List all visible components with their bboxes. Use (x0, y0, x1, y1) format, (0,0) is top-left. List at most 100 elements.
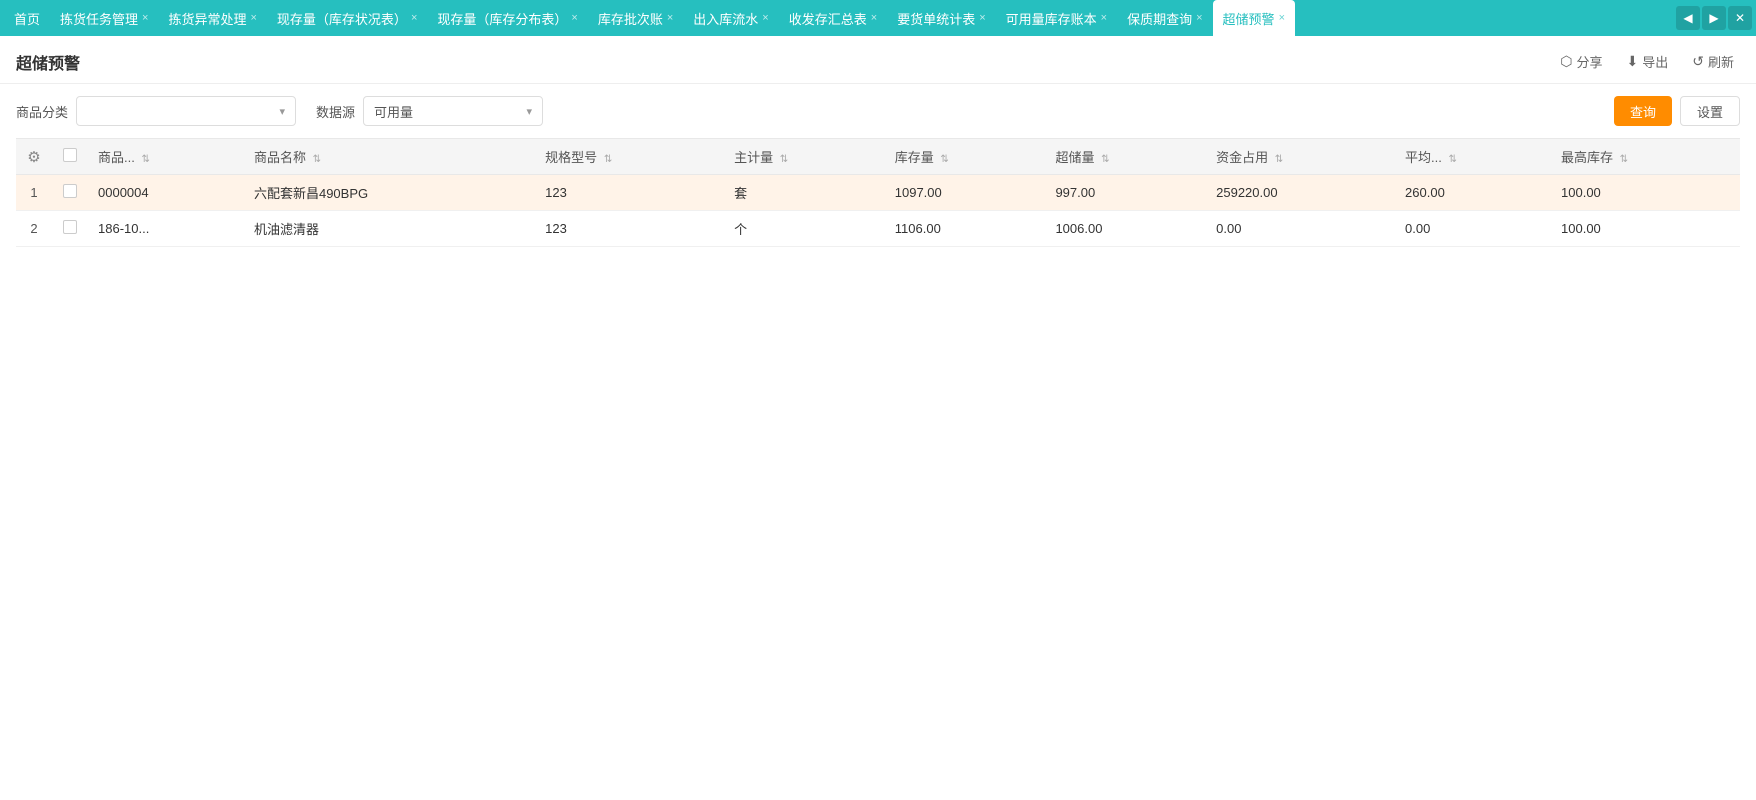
col-gear: ⚙ (16, 139, 52, 175)
nav-item-------[interactable]: 拣货异常处理 × (158, 0, 266, 36)
export-button[interactable]: ⬇ 导出 (1621, 48, 1675, 75)
cell-capital: 0.00 (1206, 211, 1395, 247)
nav-item--------[interactable]: 可用量库存账本 × (996, 0, 1117, 36)
cell-stock: 1106.00 (885, 211, 1046, 247)
col-spec-sort-icon: ⇅ (604, 154, 612, 165)
nav-item-----------[interactable]: 现存量（库存分布表） × (427, 0, 587, 36)
row-checkbox[interactable] (63, 184, 77, 198)
select-all-checkbox[interactable] (63, 148, 77, 162)
nav-item-close-icon[interactable]: × (667, 12, 673, 24)
col-capital[interactable]: 资金占用 ⇅ (1206, 139, 1395, 175)
datasource-select[interactable]: 可用量 ▾ (363, 96, 543, 126)
cell-capital: 259220.00 (1206, 175, 1395, 211)
nav-item-label: 拣货异常处理 (168, 9, 246, 28)
table-row: 10000004六配套新昌490BPG123套1097.00997.002592… (16, 175, 1740, 211)
col-name-sort-icon: ⇅ (313, 154, 321, 165)
table-container: ⚙ 商品... ⇅ 商品名称 ⇅ 规格型号 ⇅ (0, 138, 1756, 247)
nav-item-close-icon[interactable]: × (979, 12, 985, 24)
nav-item-close-icon[interactable]: × (762, 12, 768, 24)
nav-item-close-icon[interactable]: × (571, 12, 577, 24)
col-select-all (52, 139, 88, 175)
filter-bar: 商品分类 ▾ 数据源 可用量 ▾ 查询 设置 (0, 84, 1756, 138)
query-button[interactable]: 查询 (1614, 96, 1672, 126)
nav-item---[interactable]: 首页 (4, 0, 50, 36)
filter-actions: 查询 设置 (1614, 96, 1740, 126)
nav-item-----[interactable]: 超储预警× (1213, 0, 1295, 36)
datasource-filter-group: 数据源 可用量 ▾ (316, 96, 543, 126)
table-body: 10000004六配套新昌490BPG123套1097.00997.002592… (16, 175, 1740, 247)
col-overstock-label: 超储量 (1055, 150, 1094, 165)
col-unit[interactable]: 主计量 ⇅ (724, 139, 885, 175)
page-header: 超储预警 ⬡ 分享 ⬇ 导出 ↺ 刷新 (0, 36, 1756, 84)
nav-item------[interactable]: 出入库流水 × (683, 0, 778, 36)
col-capital-label: 资金占用 (1216, 150, 1268, 165)
datasource-select-value: 可用量 (374, 102, 413, 121)
category-filter-group: 商品分类 ▾ (16, 96, 296, 126)
nav-item-close-icon[interactable]: × (411, 12, 417, 24)
nav-item-------[interactable]: 要货单统计表 × (887, 0, 995, 36)
category-label: 商品分类 (16, 102, 68, 121)
nav-item-label: 可用量库存账本 (1006, 9, 1097, 28)
cell-maxstock: 100.00 (1551, 211, 1740, 247)
col-maxstock-label: 最高库存 (1561, 150, 1613, 165)
nav-next-button[interactable]: ▶ (1702, 6, 1726, 30)
nav-item------[interactable]: 库存批次账× (588, 0, 683, 36)
col-spec[interactable]: 规格型号 ⇅ (535, 139, 724, 175)
nav-close-button[interactable]: ✕ (1728, 6, 1752, 30)
row-no: 1 (16, 175, 52, 211)
settings-button[interactable]: 设置 (1680, 96, 1740, 126)
cell-unit: 套 (724, 175, 885, 211)
nav-item-close-icon[interactable]: × (1196, 12, 1202, 24)
row-no: 2 (16, 211, 52, 247)
category-chevron-icon: ▾ (279, 105, 285, 118)
cell-unit: 个 (724, 211, 885, 247)
table-header-row: ⚙ 商品... ⇅ 商品名称 ⇅ 规格型号 ⇅ (16, 139, 1740, 175)
nav-item-----------[interactable]: 现存量（库存状况表）× (267, 0, 427, 36)
col-maxstock-sort-icon: ⇅ (1620, 154, 1628, 165)
category-select[interactable]: ▾ (76, 96, 296, 126)
data-table: ⚙ 商品... ⇅ 商品名称 ⇅ 规格型号 ⇅ (16, 138, 1740, 247)
nav-arrows: ◀ ▶ ✕ (1676, 6, 1752, 30)
nav-item-close-icon[interactable]: × (871, 12, 877, 24)
refresh-button[interactable]: ↺ 刷新 (1686, 48, 1740, 75)
nav-item-------[interactable]: 拣货任务管理× (50, 0, 158, 36)
col-unit-sort-icon: ⇅ (780, 154, 788, 165)
nav-item------[interactable]: 保质期查询× (1117, 0, 1212, 36)
col-avg[interactable]: 平均... ⇅ (1395, 139, 1551, 175)
top-nav: 首页拣货任务管理×拣货异常处理×现存量（库存状况表）×现存量（库存分布表）×库存… (0, 0, 1756, 36)
datasource-chevron-icon: ▾ (527, 105, 533, 118)
nav-item-label: 首页 (14, 9, 40, 28)
col-name[interactable]: 商品名称 ⇅ (244, 139, 535, 175)
col-code[interactable]: 商品... ⇅ (88, 139, 244, 175)
col-name-label: 商品名称 (254, 150, 306, 165)
cell-stock: 1097.00 (885, 175, 1046, 211)
cell-name: 机油滤清器 (244, 211, 535, 247)
refresh-icon: ↺ (1692, 53, 1704, 70)
nav-item-label: 出入库流水 (693, 9, 758, 28)
page-container: 超储预警 ⬡ 分享 ⬇ 导出 ↺ 刷新 商品分类 ▾ 数据源 (0, 36, 1756, 800)
row-checkbox[interactable] (63, 220, 77, 234)
column-gear-icon[interactable]: ⚙ (27, 149, 40, 166)
col-capital-sort-icon: ⇅ (1275, 154, 1283, 165)
cell-avg: 260.00 (1395, 175, 1551, 211)
col-stock-sort-icon: ⇅ (940, 154, 948, 165)
cell-overstock: 1006.00 (1045, 211, 1206, 247)
col-overstock[interactable]: 超储量 ⇅ (1045, 139, 1206, 175)
header-actions: ⬡ 分享 ⬇ 导出 ↺ 刷新 (1554, 48, 1740, 75)
share-icon: ⬡ (1560, 53, 1572, 70)
nav-item-label: 收发存汇总表 (789, 9, 867, 28)
nav-item-close-icon[interactable]: × (1101, 12, 1107, 24)
nav-item-label: 现存量（库存分布表） (437, 9, 567, 28)
row-checkbox-cell (52, 211, 88, 247)
col-unit-label: 主计量 (734, 150, 773, 165)
nav-item-close-icon[interactable]: × (250, 12, 256, 24)
nav-item-------[interactable]: 收发存汇总表 × (779, 0, 887, 36)
col-code-label: 商品... (98, 150, 135, 165)
share-button[interactable]: ⬡ 分享 (1554, 48, 1608, 75)
nav-prev-button[interactable]: ◀ (1676, 6, 1700, 30)
nav-item-close-icon[interactable]: × (142, 12, 148, 24)
col-stock[interactable]: 库存量 ⇅ (885, 139, 1046, 175)
col-maxstock[interactable]: 最高库存 ⇅ (1551, 139, 1740, 175)
nav-item-close-icon[interactable]: × (1279, 12, 1285, 24)
nav-item-label: 要货单统计表 (897, 9, 975, 28)
